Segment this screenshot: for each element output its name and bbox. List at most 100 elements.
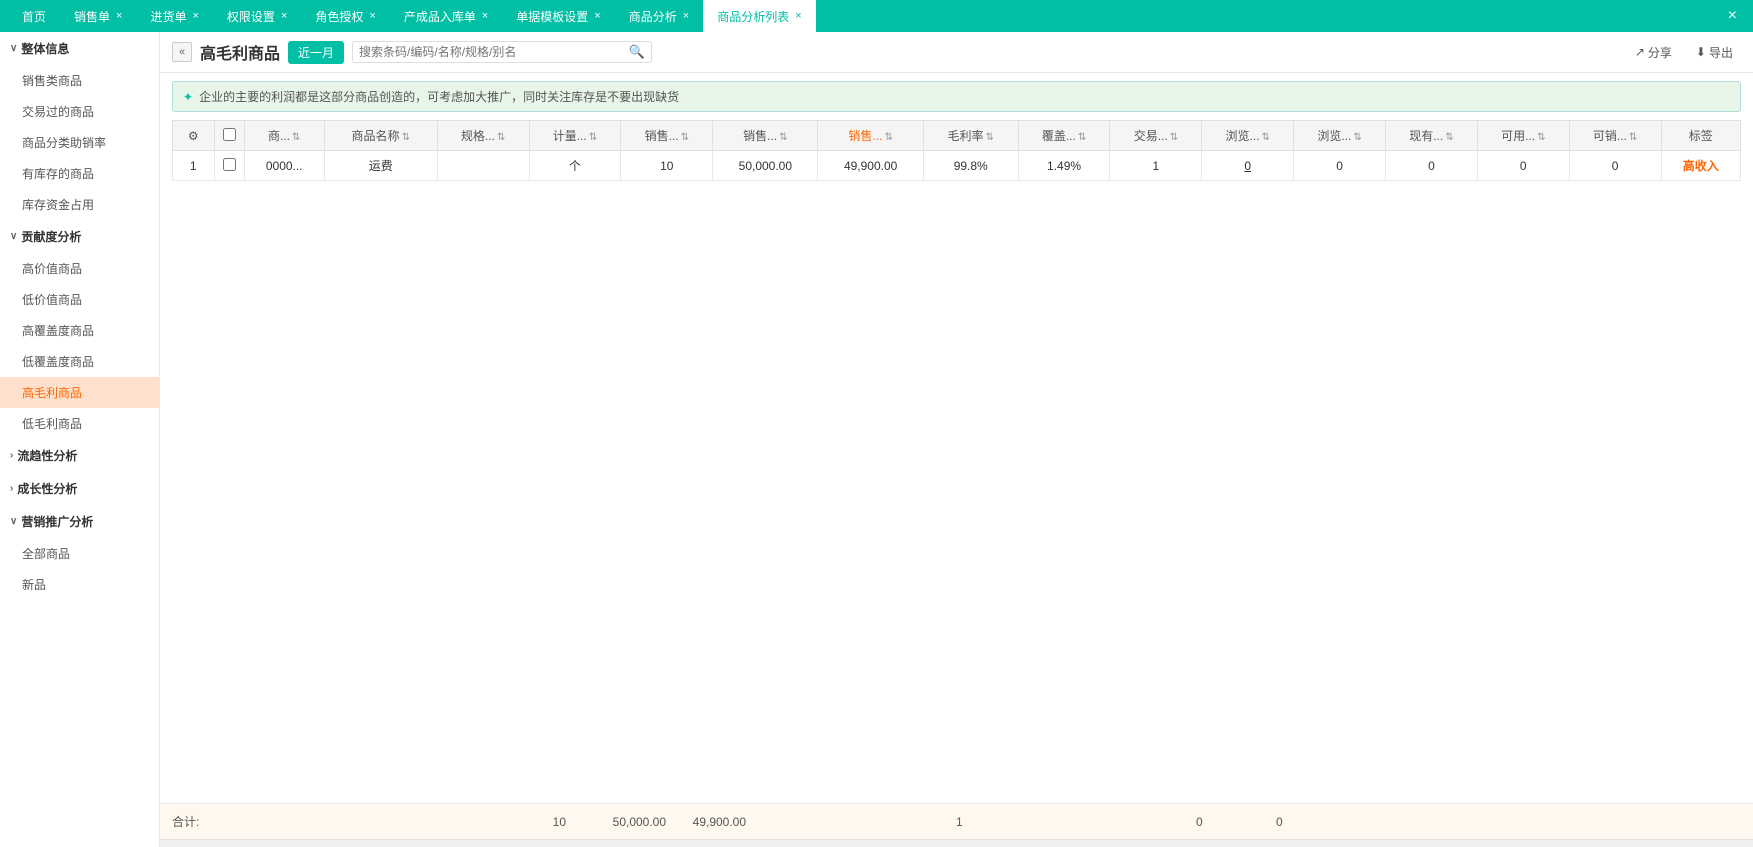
arrow-overall: ∨	[10, 43, 17, 54]
search-wrap: 🔍	[352, 41, 652, 63]
row-checkbox[interactable]	[223, 158, 236, 171]
tab-purchase[interactable]: 进货单 ×	[136, 0, 212, 32]
tab-product-inbound[interactable]: 产成品入库单 ×	[390, 0, 502, 32]
share-icon: ↗	[1635, 45, 1645, 59]
sidebar-item-stocked-goods[interactable]: 有库存的商品	[0, 158, 159, 189]
arrow-trend: ›	[10, 450, 13, 461]
footer-transaction: 1	[919, 815, 999, 829]
sidebar-group-overall[interactable]: ∨ 整体信息	[0, 32, 159, 65]
th-checkbox[interactable]	[214, 121, 244, 151]
export-icon: ⬇	[1696, 45, 1706, 59]
cell-coverage: 1.49%	[1018, 151, 1110, 181]
th-unit[interactable]: 计量...⇅	[529, 121, 621, 151]
table-footer: 合计: 10 50,000.00 49,900.00 1 0 0	[160, 803, 1753, 839]
content-area: « 高毛利商品 近一月 🔍 ↗ 分享 ⬇ 导出 ✦ 企业的主要	[160, 32, 1753, 847]
th-current-stock[interactable]: 现有...⇅	[1386, 121, 1478, 151]
sidebar-item-category-rate[interactable]: 商品分类助销率	[0, 127, 159, 158]
footer-current-stock: 0	[1159, 815, 1239, 829]
content-header: « 高毛利商品 近一月 🔍 ↗ 分享 ⬇ 导出	[160, 32, 1753, 73]
footer-sales-amount: 50,000.00	[599, 815, 679, 829]
cell-view1[interactable]: 0	[1202, 151, 1294, 181]
th-coverage[interactable]: 覆盖...⇅	[1018, 121, 1110, 151]
cell-sales-amount: 50,000.00	[713, 151, 818, 181]
footer-sales-qty: 10	[519, 815, 599, 829]
th-spec[interactable]: 规格...⇅	[437, 121, 529, 151]
collapse-sidebar-button[interactable]: «	[172, 42, 192, 62]
sidebar-item-high-margin[interactable]: 高毛利商品	[0, 377, 159, 408]
sidebar-item-low-value[interactable]: 低价值商品	[0, 284, 159, 315]
close-analysis-tab[interactable]: ×	[683, 10, 689, 22]
tab-analysis[interactable]: 商品分析 ×	[615, 0, 703, 32]
horizontal-scrollbar[interactable]	[160, 839, 1753, 847]
top-nav: 首页 销售单 × 进货单 × 权限设置 × 角色授权 × 产成品入库单 × 单据…	[0, 0, 1753, 32]
close-product-inbound-tab[interactable]: ×	[482, 10, 488, 22]
share-button[interactable]: ↗ 分享	[1627, 41, 1680, 64]
cell-view2: 0	[1294, 151, 1386, 181]
sidebar-group-trend[interactable]: › 流趋性分析	[0, 439, 159, 472]
th-transaction[interactable]: 交易...⇅	[1110, 121, 1202, 151]
close-all-button[interactable]: ×	[1720, 7, 1745, 25]
th-view1[interactable]: 浏览...⇅	[1202, 121, 1294, 151]
th-sales-profit[interactable]: 销售...⇅	[818, 121, 923, 151]
cell-checkbox[interactable]	[214, 151, 244, 181]
cell-sales-profit: 49,900.00	[818, 151, 923, 181]
tab-analysis-list[interactable]: 商品分析列表 ×	[703, 0, 815, 32]
th-sellable-stock[interactable]: 可销...⇅	[1569, 121, 1661, 151]
data-table: ⚙ 商...⇅ 商品名称⇅ 规格...⇅ 计量...⇅ 销售...⇅ 销售...…	[172, 120, 1741, 181]
footer-label: 合计:	[172, 813, 199, 830]
sidebar-item-traded-goods[interactable]: 交易过的商品	[0, 96, 159, 127]
th-gross-margin[interactable]: 毛利率⇅	[923, 121, 1018, 151]
sidebar-item-high-coverage[interactable]: 高覆盖度商品	[0, 315, 159, 346]
sidebar-item-new-goods[interactable]: 新品	[0, 569, 159, 600]
arrow-growth: ›	[10, 483, 13, 494]
th-view2[interactable]: 浏览...⇅	[1294, 121, 1386, 151]
close-purchase-tab[interactable]: ×	[192, 10, 198, 22]
sidebar-item-low-coverage[interactable]: 低覆盖度商品	[0, 346, 159, 377]
info-banner: ✦ 企业的主要的利润都是这部分商品创造的，可考虑加大推广，同时关注库存是不要出现…	[172, 81, 1741, 112]
sidebar-group-contribution[interactable]: ∨ 贡献度分析	[0, 220, 159, 253]
sidebar: ∨ 整体信息 销售类商品 交易过的商品 商品分类助销率 有库存的商品 库存资金占…	[0, 32, 160, 847]
sidebar-group-marketing[interactable]: ∨ 营销推广分析	[0, 505, 159, 538]
search-icon[interactable]: 🔍	[629, 44, 645, 60]
cell-gross-margin: 99.8%	[923, 151, 1018, 181]
close-analysis-list-tab[interactable]: ×	[795, 10, 801, 22]
tab-template[interactable]: 单据模板设置 ×	[502, 0, 614, 32]
th-sales-qty[interactable]: 销售...⇅	[621, 121, 713, 151]
tab-sales[interactable]: 销售单 ×	[60, 0, 136, 32]
sidebar-item-all-goods[interactable]: 全部商品	[0, 538, 159, 569]
sidebar-item-low-margin[interactable]: 低毛利商品	[0, 408, 159, 439]
info-icon: ✦	[183, 90, 193, 104]
header-actions: ↗ 分享 ⬇ 导出	[1627, 41, 1741, 64]
sidebar-item-sales-goods[interactable]: 销售类商品	[0, 65, 159, 96]
tab-role[interactable]: 角色授权 ×	[301, 0, 389, 32]
th-code[interactable]: 商...⇅	[244, 121, 324, 151]
close-sales-tab[interactable]: ×	[116, 10, 122, 22]
close-permission-tab[interactable]: ×	[281, 10, 287, 22]
th-name[interactable]: 商品名称⇅	[324, 121, 437, 151]
search-input[interactable]	[359, 45, 629, 59]
tab-home[interactable]: 首页	[8, 0, 60, 32]
cell-tag: 高收入	[1661, 151, 1740, 181]
date-filter-button[interactable]: 近一月	[288, 41, 344, 64]
tab-permission[interactable]: 权限设置 ×	[213, 0, 301, 32]
export-button[interactable]: ⬇ 导出	[1688, 41, 1741, 64]
close-template-tab[interactable]: ×	[594, 10, 600, 22]
sidebar-item-high-value[interactable]: 高价值商品	[0, 253, 159, 284]
th-settings[interactable]: ⚙	[173, 121, 215, 151]
sidebar-group-growth[interactable]: › 成长性分析	[0, 472, 159, 505]
close-role-tab[interactable]: ×	[369, 10, 375, 22]
table-container: ⚙ 商...⇅ 商品名称⇅ 规格...⇅ 计量...⇅ 销售...⇅ 销售...…	[160, 120, 1753, 803]
table-header-row: ⚙ 商...⇅ 商品名称⇅ 规格...⇅ 计量...⇅ 销售...⇅ 销售...…	[173, 121, 1741, 151]
th-available-stock[interactable]: 可用...⇅	[1477, 121, 1569, 151]
cell-sales-qty: 10	[621, 151, 713, 181]
select-all-checkbox[interactable]	[223, 128, 236, 141]
cell-code: 0000...	[244, 151, 324, 181]
cell-unit: 个	[529, 151, 621, 181]
table-row: 1 0000... 运费 个 10 50,000.00 49,900.00 99…	[173, 151, 1741, 181]
cell-available-stock: 0	[1477, 151, 1569, 181]
cell-sellable-stock: 0	[1569, 151, 1661, 181]
cell-name: 运费	[324, 151, 437, 181]
th-tag[interactable]: 标签	[1661, 121, 1740, 151]
sidebar-item-stock-capital[interactable]: 库存资金占用	[0, 189, 159, 220]
th-sales-amount[interactable]: 销售...⇅	[713, 121, 818, 151]
